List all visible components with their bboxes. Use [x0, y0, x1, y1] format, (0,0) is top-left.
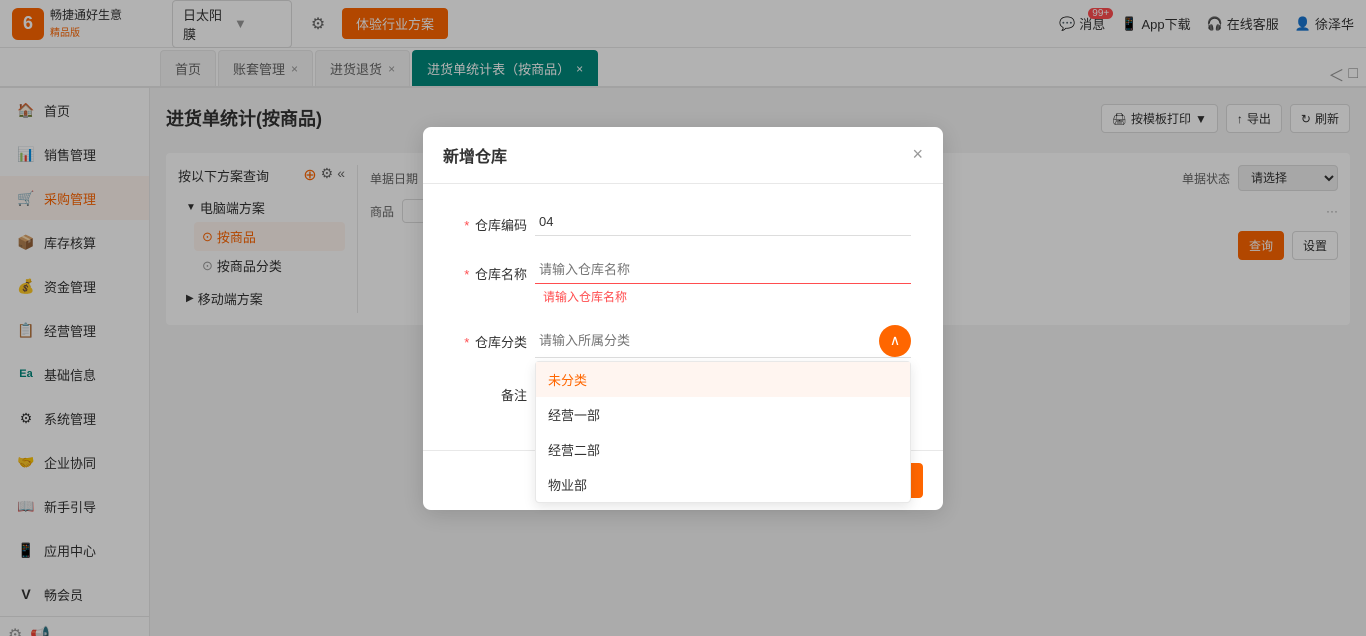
new-warehouse-modal: 新增仓库 × * 仓库编码 * 仓库名称 — [423, 127, 943, 510]
code-field-row: * 仓库编码 — [455, 208, 911, 236]
modal-header: 新增仓库 × — [423, 127, 943, 184]
modal-close-button[interactable]: × — [912, 144, 923, 165]
code-input[interactable] — [535, 208, 911, 236]
code-label: * 仓库编码 — [455, 208, 535, 234]
category-toggle-button[interactable]: ∧ — [879, 325, 911, 357]
modal-overlay: 新增仓库 × * 仓库编码 * 仓库名称 — [0, 0, 1366, 636]
category-input[interactable] — [535, 327, 879, 354]
category-wrap: ∧ 未分类 经营一部 经营二部 物业部 — [535, 325, 911, 358]
name-label: * 仓库名称 — [455, 257, 535, 283]
name-field-row: * 仓库名称 请输入仓库名称 — [455, 256, 911, 305]
category-label: * 仓库分类 — [455, 325, 535, 351]
name-input[interactable] — [535, 256, 911, 284]
category-field-row: * 仓库分类 ∧ 未分类 经营一部 经营二部 物业部 — [455, 325, 911, 358]
dropdown-item-dept3[interactable]: 物业部 — [536, 467, 910, 502]
name-error-msg: 请输入仓库名称 — [543, 288, 627, 305]
modal-title: 新增仓库 — [443, 143, 507, 167]
category-dropdown: 未分类 经营一部 经营二部 物业部 — [535, 361, 911, 503]
dropdown-item-dept2[interactable]: 经营二部 — [536, 432, 910, 467]
modal-body: * 仓库编码 * 仓库名称 请输入仓库名称 * — [423, 184, 943, 450]
category-input-wrap: ∧ — [535, 325, 911, 358]
dropdown-item-unclassified[interactable]: 未分类 — [536, 362, 910, 397]
dropdown-item-dept1[interactable]: 经营一部 — [536, 397, 910, 432]
note-label: 备注 — [455, 378, 535, 404]
